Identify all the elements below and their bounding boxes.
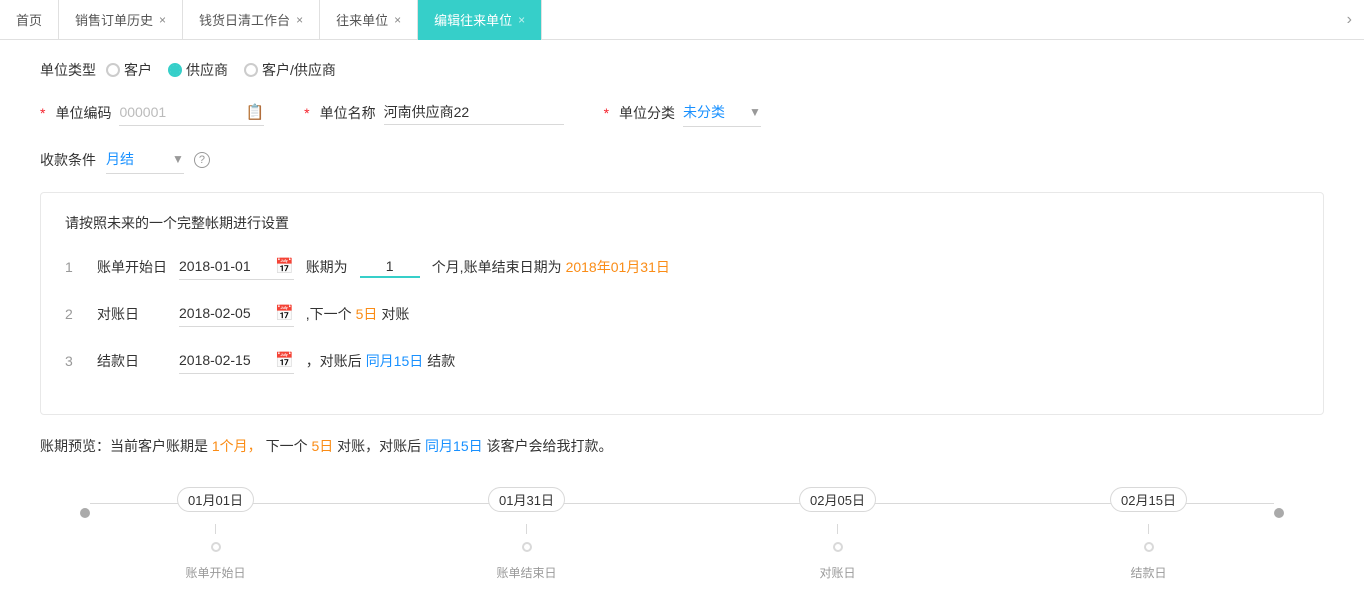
preview-months: 1个月，	[212, 438, 262, 454]
row-3-date-field: 📅	[179, 347, 294, 374]
setting-row-2: 2 对账日 📅 ,下一个 5日 对账	[65, 300, 1299, 327]
tab-cash-work[interactable]: 钱货日清工作台 ×	[183, 0, 320, 40]
timeline-sublabel-4: 结款日	[1130, 564, 1166, 581]
radio-customer-circle	[106, 63, 120, 77]
setting-section: 请按照未来的一个完整帐期进行设置 1 账单开始日 📅 账期为 个月,账单结束日期…	[40, 192, 1324, 415]
row-2-highlight: 5日	[356, 304, 378, 324]
preview-text: 账期预览：当前客户账期是 1个月， 下一个 5日 对账，对账后 同月15日 该客…	[40, 435, 1324, 457]
unit-code-label: 单位编码	[55, 103, 111, 123]
preview-date: 5日	[311, 438, 333, 454]
unit-fields-row: * 单位编码 📋 * 单位名称 * 单位分类 未分类 ▼	[40, 98, 1324, 127]
payment-condition-label: 收款条件	[40, 150, 96, 170]
row-3-date-input[interactable]	[179, 352, 269, 368]
row-2-date-field: 📅	[179, 300, 294, 327]
timeline-point-4: 02月15日 结款日	[993, 487, 1304, 581]
unit-name-input[interactable]	[384, 100, 564, 125]
unit-type-row: 单位类型 客户 供应商 客户/供应商	[40, 60, 1324, 80]
row-1-months-input[interactable]	[360, 256, 420, 278]
timeline: 01月01日 账单开始日 01月31日 账单结束日 02月05日 对账日 02月…	[40, 477, 1324, 591]
unit-category-label: 单位分类	[619, 103, 675, 123]
payment-condition-chevron-icon: ▼	[172, 152, 184, 166]
section-title: 请按照未来的一个完整帐期进行设置	[65, 213, 1299, 233]
unit-code-field: 📋	[119, 99, 264, 126]
tab-sales-history[interactable]: 销售订单历史 ×	[59, 0, 183, 40]
row-1-date-field: 📅	[179, 253, 294, 280]
row-1-calendar-icon[interactable]: 📅	[275, 257, 294, 275]
tab-home[interactable]: 首页	[0, 0, 59, 40]
timeline-label-1: 01月01日	[177, 487, 254, 512]
radio-customer[interactable]: 客户	[106, 60, 152, 80]
payment-condition-value: 月结	[106, 149, 166, 169]
preview-final: 同月15日	[425, 438, 483, 454]
unit-category-value: 未分类	[683, 102, 743, 122]
timeline-sublabel-2: 账单结束日	[496, 564, 556, 581]
row-1-months-unit: 个月,账单结束日期为 2018年01月31日	[432, 257, 670, 277]
row-3-highlight: 同月15日	[366, 351, 424, 371]
unit-category-chevron-icon: ▼	[749, 105, 761, 119]
timeline-label-4: 02月15日	[1110, 487, 1187, 512]
unit-type-radio-group: 客户 供应商 客户/供应商	[106, 60, 336, 80]
radio-supplier[interactable]: 供应商	[168, 60, 228, 80]
unit-type-label: 单位类型	[40, 60, 96, 80]
row-3-label: 结款日	[97, 351, 167, 371]
unit-code-input[interactable]	[119, 104, 239, 120]
payment-condition-row: 收款条件 月结 ▼ ?	[40, 145, 1324, 174]
page-content: 单位类型 客户 供应商 客户/供应商 * 单位编码 📋	[0, 40, 1364, 611]
unit-category-select[interactable]: 未分类 ▼	[683, 98, 761, 127]
timeline-point-1: 01月01日 账单开始日	[60, 487, 371, 581]
unit-code-calendar-icon[interactable]: 📋	[245, 103, 264, 121]
row-3-desc: ，对账后 同月15日 结款	[306, 351, 456, 371]
row-1-end-date: 2018年01月31日	[566, 257, 670, 277]
row-2-label: 对账日	[97, 304, 167, 324]
timeline-point-3: 02月05日 对账日	[682, 487, 993, 581]
setting-row-3: 3 结款日 📅 ，对账后 同月15日 结款	[65, 347, 1299, 374]
tab-close-edit-partner[interactable]: ×	[518, 13, 525, 27]
timeline-label-3: 02月05日	[799, 487, 876, 512]
tab-partners[interactable]: 往来单位 ×	[320, 0, 418, 40]
row-3-calendar-icon[interactable]: 📅	[275, 351, 294, 369]
row-1-label: 账单开始日	[97, 257, 167, 277]
tab-close-cash-work[interactable]: ×	[296, 13, 303, 27]
timeline-label-2: 01月31日	[488, 487, 565, 512]
row-2-number: 2	[65, 306, 85, 322]
radio-supplier-circle	[168, 63, 182, 77]
tabs-scroll-right[interactable]: ›	[1335, 11, 1364, 29]
unit-code-group: * 单位编码 📋	[40, 99, 264, 126]
unit-category-group: * 单位分类 未分类 ▼	[604, 98, 761, 127]
tab-close-sales-history[interactable]: ×	[159, 13, 166, 27]
setting-row-1: 1 账单开始日 📅 账期为 个月,账单结束日期为 2018年01月31日	[65, 253, 1299, 280]
unit-name-group: * 单位名称	[304, 100, 563, 125]
payment-condition-select[interactable]: 月结 ▼	[106, 145, 184, 174]
row-2-date-input[interactable]	[179, 305, 269, 321]
tabs-bar: 首页 销售订单历史 × 钱货日清工作台 × 往来单位 × 编辑往来单位 × ›	[0, 0, 1364, 40]
row-1-separator: 账期为	[306, 257, 348, 277]
tab-edit-partner[interactable]: 编辑往来单位 ×	[418, 0, 542, 40]
row-2-desc: ,下一个 5日 对账	[306, 304, 410, 324]
radio-customer-supplier-circle	[244, 63, 258, 77]
row-1-number: 1	[65, 259, 85, 275]
tab-close-partners[interactable]: ×	[394, 13, 401, 27]
unit-name-label: 单位名称	[320, 103, 376, 123]
timeline-sublabel-1: 账单开始日	[185, 564, 245, 581]
help-icon[interactable]: ?	[194, 152, 210, 168]
row-1-date-input[interactable]	[179, 258, 269, 274]
row-3-number: 3	[65, 353, 85, 369]
timeline-sublabel-3: 对账日	[819, 564, 855, 581]
row-2-calendar-icon[interactable]: 📅	[275, 304, 294, 322]
radio-customer-supplier[interactable]: 客户/供应商	[244, 60, 336, 80]
timeline-point-2: 01月31日 账单结束日	[371, 487, 682, 581]
